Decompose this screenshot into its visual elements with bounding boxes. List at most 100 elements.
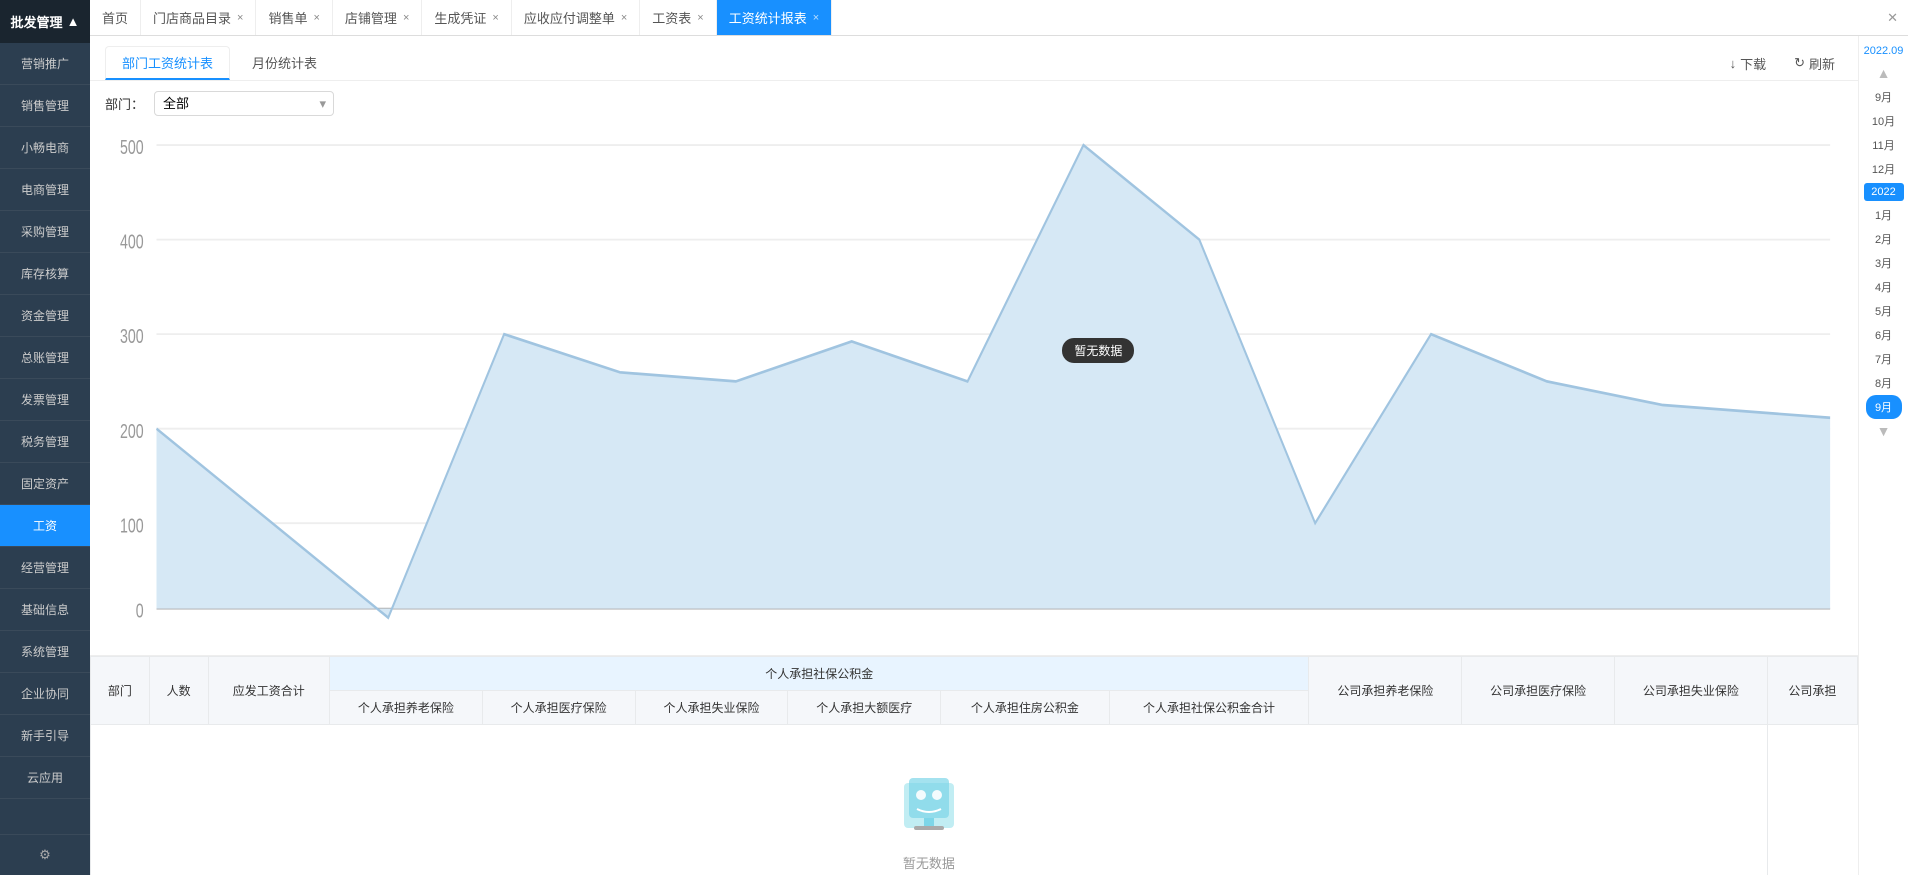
tab-生成凭证[interactable]: 生成凭证 × <box>422 0 511 35</box>
empty-row: 暂无数据 <box>91 725 1768 875</box>
sidebar-item-小畅电商[interactable]: 小畅电商 <box>0 127 90 169</box>
timeline-month-9[interactable]: 9月 <box>1864 85 1904 109</box>
col-personal-total: 个人承担社保公积金合计 <box>1109 691 1309 725</box>
sidebar-item-资金管理[interactable]: 资金管理 <box>0 295 90 337</box>
tab-工资表[interactable]: 工资表 × <box>640 0 716 35</box>
tab-label: 工资统计报表 <box>729 8 807 27</box>
sub-tabs-left: 部门工资统计表月份统计表 <box>105 46 334 80</box>
tab-close-icon[interactable]: × <box>403 12 409 24</box>
svg-text:0: 0 <box>136 599 144 622</box>
download-button[interactable]: ↓ 下载 <box>1722 50 1775 77</box>
tab-close-icon[interactable]: × <box>313 12 319 24</box>
sub-tabs-right: ↓ 下载 ↻ 刷新 <box>1722 50 1843 77</box>
department-select-wrapper: 全部 <box>154 91 334 116</box>
chart-tooltip: 暂无数据 <box>1062 338 1134 363</box>
empty-state: 暂无数据 <box>101 733 1757 875</box>
tab-close-icon[interactable]: × <box>621 12 627 24</box>
sidebar-item-企业协同[interactable]: 企业协同 <box>0 673 90 715</box>
sidebar-item-工资[interactable]: 工资 <box>0 505 90 547</box>
tab-bar: 首页门店商品目录×销售单×店铺管理×生成凭证×应收应付调整单×工资表×工资统计报… <box>90 0 1908 36</box>
timeline-month-1[interactable]: 1月 <box>1864 203 1904 227</box>
svg-text:300: 300 <box>120 325 144 348</box>
sidebar: 批发管理 ▲ 营销推广销售管理小畅电商电商管理采购管理库存核算资金管理总账管理发… <box>0 0 90 875</box>
sidebar-title: 批发管理 <box>11 12 63 31</box>
timeline-down-nav[interactable]: ▼ <box>1873 419 1895 443</box>
sidebar-item-经营管理[interactable]: 经营管理 <box>0 547 90 589</box>
svg-text:100: 100 <box>120 514 144 537</box>
timeline-year-marker[interactable]: 2022 <box>1864 183 1904 201</box>
main-area: 首页门店商品目录×销售单×店铺管理×生成凭证×应收应付调整单×工资表×工资统计报… <box>90 0 1908 875</box>
tab-close-icon[interactable]: × <box>697 12 703 24</box>
timeline-month-6[interactable]: 6月 <box>1864 323 1904 347</box>
col-company-pension: 公司承担养老保险 <box>1309 657 1462 725</box>
timeline-month-active[interactable]: 9月 <box>1866 395 1902 419</box>
svg-text:200: 200 <box>120 419 144 442</box>
timeline-month-4[interactable]: 4月 <box>1864 275 1904 299</box>
sidebar-item-基础信息[interactable]: 基础信息 <box>0 589 90 631</box>
sidebar-expand-icon: ▲ <box>67 14 80 29</box>
sidebar-item-电商管理[interactable]: 电商管理 <box>0 169 90 211</box>
timeline-month-12[interactable]: 12月 <box>1864 157 1904 181</box>
chart-area: 500 400 300 200 100 0 <box>90 126 1858 655</box>
timeline-month-11[interactable]: 11月 <box>1864 133 1904 157</box>
col-department: 部门 <box>91 657 150 725</box>
timeline-month-2[interactable]: 2月 <box>1864 227 1904 251</box>
data-table: 部门 人数 应发工资合计 个人承担社保公积金 公司承担养老保险 公司承担医疗保险… <box>90 656 1858 875</box>
tab-close-icon[interactable]: × <box>813 12 819 24</box>
download-icon: ↓ <box>1730 56 1737 71</box>
col-headcount: 人数 <box>149 657 208 725</box>
sidebar-item-发票管理[interactable]: 发票管理 <box>0 379 90 421</box>
timeline-month-7[interactable]: 7月 <box>1864 347 1904 371</box>
timeline-month-8[interactable]: 8月 <box>1864 371 1904 395</box>
sidebar-item-采购管理[interactable]: 采购管理 <box>0 211 90 253</box>
sub-tab-月份统计表[interactable]: 月份统计表 <box>235 46 334 80</box>
gear-icon: ⚙ <box>39 847 51 862</box>
col-personal-pension: 个人承担养老保险 <box>329 691 482 725</box>
empty-text: 暂无数据 <box>903 853 955 872</box>
tab-label: 应收应付调整单 <box>524 8 615 27</box>
refresh-button[interactable]: ↻ 刷新 <box>1786 50 1843 77</box>
sidebar-item-固定资产[interactable]: 固定资产 <box>0 463 90 505</box>
page-content: 部门工资统计表月份统计表 ↓ 下载 ↻ 刷新 部门： <box>90 36 1858 875</box>
sidebar-item-营销推广[interactable]: 营销推广 <box>0 43 90 85</box>
sidebar-item-系统管理[interactable]: 系统管理 <box>0 631 90 673</box>
sidebar-item-库存核算[interactable]: 库存核算 <box>0 253 90 295</box>
timeline-panel: 2022.09 ▲ 9月10月11月12月20221月2月3月4月5月6月7月8… <box>1858 36 1908 875</box>
refresh-icon: ↻ <box>1794 55 1805 71</box>
svg-text:500: 500 <box>120 136 144 159</box>
col-personal-critical: 个人承担大额医疗 <box>788 691 941 725</box>
tab-门店商品目录[interactable]: 门店商品目录 × <box>141 0 256 35</box>
tab-工资统计报表[interactable]: 工资统计报表 × <box>717 0 832 35</box>
tab-label: 销售单 <box>268 8 307 27</box>
tab-销售单[interactable]: 销售单 × <box>256 0 332 35</box>
sidebar-settings[interactable]: ⚙ <box>0 834 90 875</box>
filter-row: 部门： 全部 <box>90 81 1858 126</box>
tab-label: 工资表 <box>652 8 691 27</box>
timeline-month-10[interactable]: 10月 <box>1864 109 1904 133</box>
sidebar-item-云应用[interactable]: 云应用 <box>0 757 90 799</box>
col-personal-unemployment: 个人承担失业保险 <box>635 691 788 725</box>
col-company-medical: 公司承担医疗保险 <box>1462 657 1615 725</box>
timeline-month-5[interactable]: 5月 <box>1864 299 1904 323</box>
tab-label: 生成凭证 <box>434 8 486 27</box>
timeline-month-3[interactable]: 3月 <box>1864 251 1904 275</box>
chart-svg: 500 400 300 200 100 0 <box>105 136 1843 645</box>
timeline-current-date: 2022.09 <box>1862 41 1906 61</box>
col-salary-total: 应发工资合计 <box>208 657 329 725</box>
tab-close-icon[interactable]: × <box>492 12 498 24</box>
tab-应收应付调整单[interactable]: 应收应付调整单 × <box>512 0 640 35</box>
timeline-up-nav[interactable]: ▲ <box>1873 61 1895 85</box>
sidebar-item-销售管理[interactable]: 销售管理 <box>0 85 90 127</box>
sidebar-item-税务管理[interactable]: 税务管理 <box>0 421 90 463</box>
sidebar-item-新手引导[interactable]: 新手引导 <box>0 715 90 757</box>
close-all-tabs[interactable]: ✕ <box>1877 10 1908 26</box>
sidebar-item-总账管理[interactable]: 总账管理 <box>0 337 90 379</box>
tab-close-icon[interactable]: × <box>237 12 243 24</box>
tab-店铺管理[interactable]: 店铺管理× <box>333 0 422 35</box>
sidebar-header[interactable]: 批发管理 ▲ <box>0 0 90 43</box>
sub-tab-部门工资统计表[interactable]: 部门工资统计表 <box>105 46 230 80</box>
tab-label: 门店商品目录 <box>153 8 231 27</box>
sub-tabs: 部门工资统计表月份统计表 ↓ 下载 ↻ 刷新 <box>90 36 1858 81</box>
tab-首页[interactable]: 首页 <box>90 0 141 35</box>
department-select[interactable]: 全部 <box>154 91 334 116</box>
